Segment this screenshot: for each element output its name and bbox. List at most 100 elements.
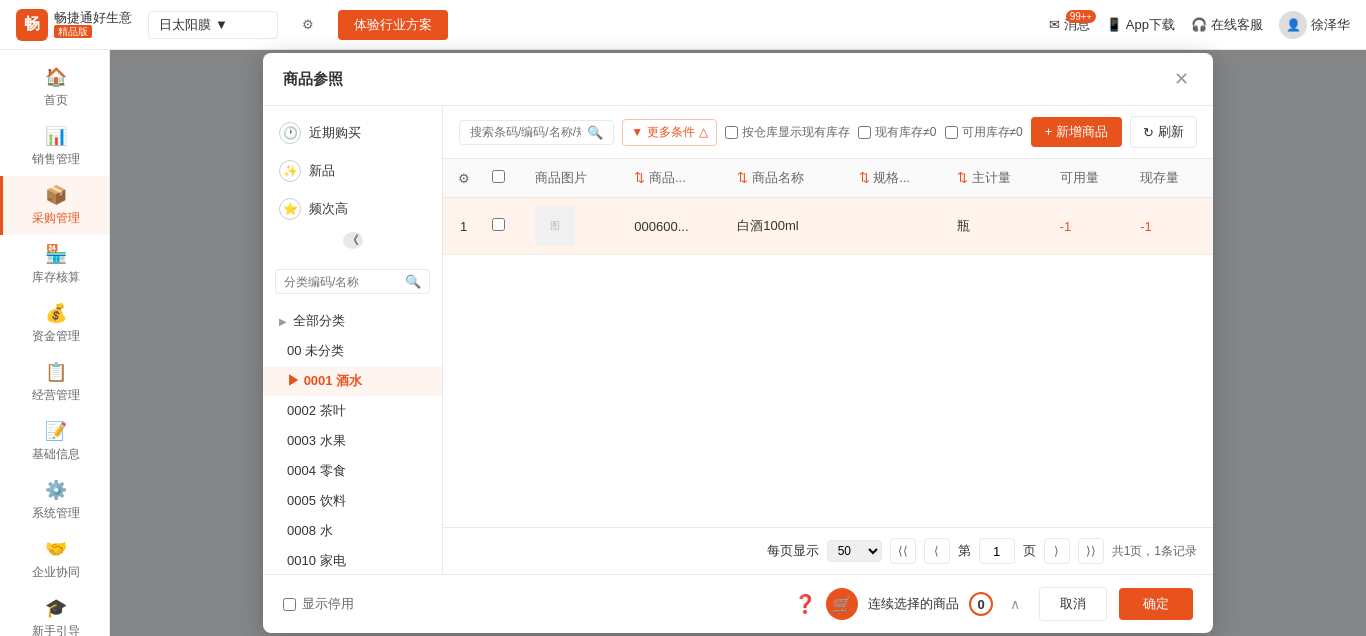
- display-disabled-checkbox[interactable]: 显示停用: [283, 595, 354, 613]
- messages-nav-item[interactable]: ✉ 消息 99++: [1049, 16, 1090, 34]
- available-column-header[interactable]: 可用量: [1052, 159, 1133, 198]
- row-checkbox-cell[interactable]: [484, 198, 527, 255]
- stock-not-zero-checkbox[interactable]: 现有库存≠0: [858, 124, 936, 141]
- fold-icon[interactable]: ∧: [1003, 592, 1027, 616]
- logo-sub: 精品版: [54, 25, 132, 39]
- sidebar-item-sales[interactable]: 📊 销售管理: [0, 117, 109, 176]
- first-page-button[interactable]: ⟨⟨: [890, 538, 916, 564]
- disabled-checkbox-input[interactable]: [283, 598, 296, 611]
- cart-text: 连续选择的商品: [868, 595, 959, 613]
- left-panel: 🕐 近期购买 ✨ 新品 ⭐ 频次高 《: [263, 106, 443, 574]
- code-column-header[interactable]: ⇅ 商品...: [626, 159, 729, 198]
- warehouse-display-checkbox[interactable]: 按仓库显示现有库存: [725, 124, 850, 141]
- filter-arrow-icon: △: [699, 125, 708, 139]
- next-page-button[interactable]: ⟩: [1044, 538, 1070, 564]
- online-service-label: 在线客服: [1211, 16, 1263, 34]
- category-search-box[interactable]: 🔍: [275, 269, 430, 294]
- sidebar-item-basic[interactable]: 📝 基础信息: [0, 412, 109, 471]
- sidebar-label-inventory: 库存核算: [32, 269, 80, 286]
- category-drink[interactable]: 0005 饮料: [263, 486, 442, 516]
- category-uncategorized[interactable]: 00 未分类: [263, 336, 442, 366]
- available-checkbox-input[interactable]: [945, 126, 958, 139]
- search-icon[interactable]: 🔍: [405, 274, 421, 289]
- row-image-cell: 图: [527, 198, 627, 255]
- category-active-arrow: ▶: [287, 373, 304, 388]
- filter-label: 更多条件: [647, 124, 695, 141]
- cart-icon[interactable]: 🛒: [826, 588, 858, 620]
- page-input[interactable]: [979, 538, 1015, 564]
- checkbox-column-header[interactable]: [484, 159, 527, 198]
- category-liquor[interactable]: ▶ 0001 酒水: [263, 366, 442, 396]
- category-water[interactable]: 0008 水: [263, 516, 442, 546]
- category-appliance[interactable]: 0010 家电: [263, 546, 442, 574]
- row-available-cell: -1: [1052, 198, 1133, 255]
- table-row[interactable]: 1 图 000600... 白酒100ml 瓶: [443, 198, 1213, 255]
- row-index: 1: [443, 198, 484, 255]
- store-name: 日太阳膜: [159, 16, 211, 34]
- category-tea[interactable]: 0002 茶叶: [263, 396, 442, 426]
- trial-button[interactable]: 体验行业方案: [338, 10, 448, 40]
- quick-filter-frequent[interactable]: ⭐ 频次高: [263, 190, 442, 228]
- user-name: 徐泽华: [1311, 16, 1350, 34]
- help-icon[interactable]: ❓: [794, 593, 816, 615]
- sidebar-item-home[interactable]: 🏠 首页: [0, 58, 109, 117]
- quick-filter-recent[interactable]: 🕐 近期购买: [263, 114, 442, 152]
- sidebar-item-system[interactable]: ⚙️ 系统管理: [0, 471, 109, 530]
- unit-column-header[interactable]: ⇅ 主计量: [949, 159, 1051, 198]
- inventory-icon: 🏪: [45, 243, 67, 265]
- new-icon: ✨: [279, 160, 301, 182]
- row-checkbox[interactable]: [492, 218, 505, 231]
- user-nav-item[interactable]: 👤 徐泽华: [1279, 11, 1350, 39]
- product-search-input[interactable]: [470, 125, 581, 139]
- warehouse-label: 按仓库显示现有库存: [742, 124, 850, 141]
- per-page-select[interactable]: 50 100 200: [827, 540, 882, 562]
- product-search-box[interactable]: 🔍: [459, 120, 614, 145]
- modal-body: 🕐 近期购买 ✨ 新品 ⭐ 频次高 《: [263, 106, 1213, 574]
- prev-page-button[interactable]: ⟨: [924, 538, 950, 564]
- select-all-checkbox[interactable]: [492, 170, 505, 183]
- sidebar-label-basic: 基础信息: [32, 446, 80, 463]
- cancel-button[interactable]: 取消: [1039, 587, 1107, 621]
- headset-icon: 🎧: [1191, 17, 1207, 32]
- available-not-zero-checkbox[interactable]: 可用库存≠0: [945, 124, 1023, 141]
- category-search-input[interactable]: [284, 275, 401, 289]
- new-product-button[interactable]: + 新增商品: [1031, 117, 1122, 147]
- quick-filter-new[interactable]: ✨ 新品: [263, 152, 442, 190]
- collapse-button[interactable]: 《: [343, 232, 363, 249]
- category-fruit[interactable]: 0003 水果: [263, 426, 442, 456]
- app-download-nav-item[interactable]: 📱 App下载: [1106, 16, 1175, 34]
- sidebar-label-home: 首页: [44, 92, 68, 109]
- logo-icon: 畅: [16, 9, 48, 41]
- sidebar-item-operations[interactable]: 📋 经营管理: [0, 353, 109, 412]
- category-snack[interactable]: 0004 零食: [263, 456, 442, 486]
- modal-title: 商品参照: [283, 70, 343, 89]
- last-page-button[interactable]: ⟩⟩: [1078, 538, 1104, 564]
- cart-count: 0: [969, 592, 993, 616]
- refresh-button[interactable]: ↻ 刷新: [1130, 116, 1197, 148]
- search-icon[interactable]: 🔍: [587, 125, 603, 140]
- system-icon: ⚙️: [45, 479, 67, 501]
- phone-icon: 📱: [1106, 17, 1122, 32]
- nav-right: ✉ 消息 99++ 📱 App下载 🎧 在线客服 👤 徐泽华: [1049, 11, 1350, 39]
- row-unit-cell: 瓶: [949, 198, 1051, 255]
- more-filter-button[interactable]: ▼ 更多条件 △: [622, 119, 717, 146]
- settings-column-header[interactable]: ⚙: [443, 159, 484, 198]
- sidebar-item-inventory[interactable]: 🏪 库存核算: [0, 235, 109, 294]
- chevron-down-icon: ▼: [215, 17, 228, 32]
- sort-icon-spec: ⇅: [859, 170, 870, 185]
- sidebar-item-finance[interactable]: 💰 资金管理: [0, 294, 109, 353]
- close-icon[interactable]: ✕: [1169, 67, 1193, 91]
- sidebar-item-guide[interactable]: 🎓 新手引导: [0, 589, 109, 636]
- warehouse-checkbox-input[interactable]: [725, 126, 738, 139]
- spec-column-header[interactable]: ⇅ 规格...: [851, 159, 950, 198]
- category-all[interactable]: ▶ 全部分类: [263, 306, 442, 336]
- sidebar-item-enterprise[interactable]: 🤝 企业协同: [0, 530, 109, 589]
- sidebar-item-purchase[interactable]: 📦 采购管理: [0, 176, 109, 235]
- online-service-nav-item[interactable]: 🎧 在线客服: [1191, 16, 1263, 34]
- stock-checkbox-input[interactable]: [858, 126, 871, 139]
- name-column-header[interactable]: ⇅ 商品名称: [729, 159, 850, 198]
- store-selector[interactable]: 日太阳膜 ▼: [148, 11, 278, 39]
- settings-icon[interactable]: ⚙: [290, 7, 326, 43]
- app-download-label: App下载: [1126, 16, 1175, 34]
- confirm-button[interactable]: 确定: [1119, 588, 1193, 620]
